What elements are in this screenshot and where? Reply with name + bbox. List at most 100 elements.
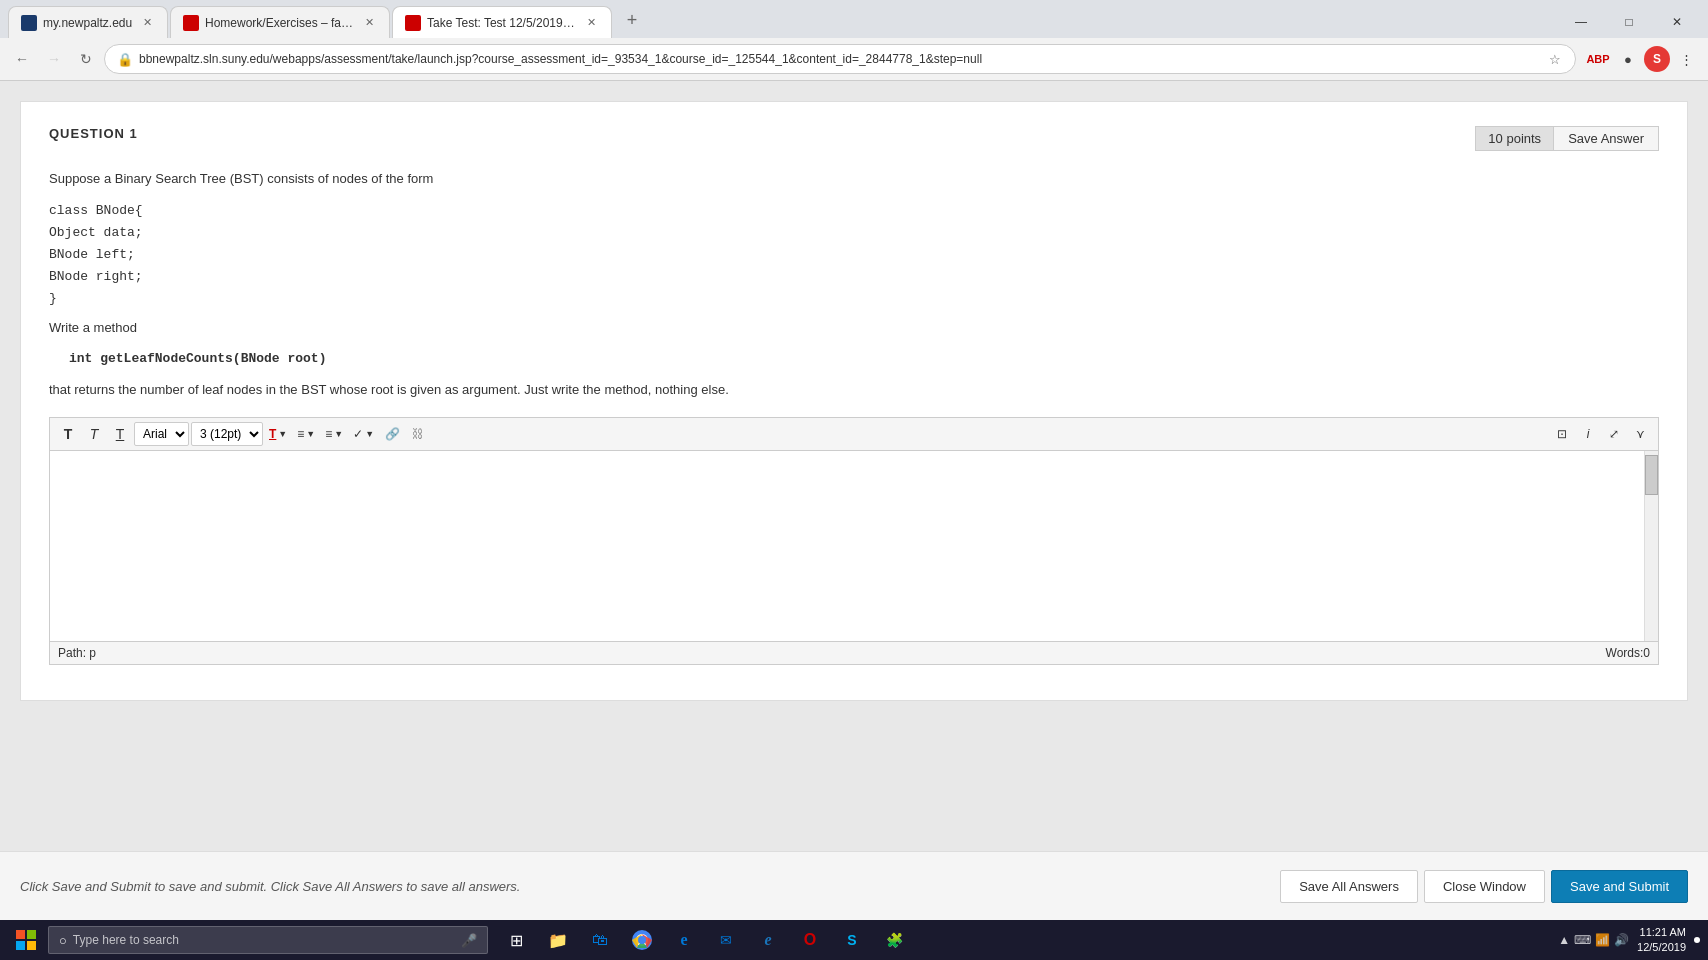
taskbar-app-skype[interactable]: S — [832, 921, 872, 959]
info-button[interactable]: i — [1576, 422, 1600, 446]
save-all-answers-button[interactable]: Save All Answers — [1280, 870, 1418, 903]
numbered-list-button[interactable]: ≡ ▼ — [321, 422, 347, 446]
taskbar-app-mail[interactable]: ✉ — [706, 921, 746, 959]
skype-icon: S — [841, 929, 863, 951]
tab-close-taketest[interactable]: ✕ — [583, 15, 599, 31]
editor-path: Path: p — [58, 646, 96, 660]
address-text: bbnewpaltz.sln.suny.edu/webapps/assessme… — [139, 52, 1541, 66]
code-line-left: BNode left; — [49, 244, 1659, 266]
tab-label-taketest: Take Test: Test 12/5/2019 – fall19… — [427, 16, 577, 30]
close-button[interactable]: ✕ — [1654, 6, 1700, 38]
address-bar-row: ← → ↻ 🔒 bbnewpaltz.sln.suny.edu/webapps/… — [0, 38, 1708, 80]
font-size-select[interactable]: 3 (12pt) — [191, 422, 263, 446]
taskbar: ○ Type here to search 🎤 ⊞ 📁 🛍 — [0, 920, 1708, 960]
method-signature: int getLeafNodeCounts(BNode root) — [49, 349, 1659, 370]
taskbar-app-unknown[interactable]: 🧩 — [874, 921, 914, 959]
taskview-icon: ⊞ — [505, 929, 527, 951]
more-button[interactable]: ⋎ — [1628, 422, 1652, 446]
points-badge: 10 points — [1475, 126, 1554, 151]
chrome-icon — [631, 929, 653, 951]
tray-volume-icon[interactable]: 🔊 — [1614, 933, 1629, 947]
taskbar-app-chrome[interactable] — [622, 921, 662, 959]
minimize-button[interactable]: — — [1558, 6, 1604, 38]
taskbar-date: 12/5/2019 — [1637, 940, 1686, 955]
bookmark-icon[interactable]: ☆ — [1547, 51, 1563, 67]
refresh-button[interactable]: ↻ — [72, 45, 100, 73]
remove-link-button[interactable]: ⛓ — [406, 422, 430, 446]
font-family-select[interactable]: Arial — [134, 422, 189, 446]
forward-button[interactable]: → — [40, 45, 68, 73]
underline-button[interactable]: T — [108, 422, 132, 446]
editor-toolbar: T T T Arial 3 (12pt) T ▼ — [50, 418, 1658, 451]
opera-icon: O — [799, 929, 821, 951]
tab-taketest[interactable]: Take Test: Test 12/5/2019 – fall19… ✕ — [392, 6, 612, 38]
microphone-icon[interactable]: 🎤 — [461, 933, 477, 948]
editor-body[interactable] — [50, 451, 1658, 641]
windows-logo-icon — [16, 930, 36, 950]
save-and-submit-button[interactable]: Save and Submit — [1551, 870, 1688, 903]
taskbar-apps: ⊞ 📁 🛍 e — [496, 921, 914, 959]
question-title: QUESTION 1 — [49, 126, 138, 141]
tray-network-icon[interactable]: ▲ — [1558, 933, 1570, 947]
maximize-button[interactable]: □ — [1606, 6, 1652, 38]
preview-button[interactable]: ⊡ — [1550, 422, 1574, 446]
taskbar-app-explorer[interactable]: 📁 — [538, 921, 578, 959]
taskbar-app-store[interactable]: 🛍 — [580, 921, 620, 959]
new-tab-button[interactable]: + — [618, 6, 646, 34]
explorer-icon: 📁 — [547, 929, 569, 951]
taskbar-app-opera[interactable]: O — [790, 921, 830, 959]
svg-rect-3 — [27, 941, 36, 950]
expand-button[interactable]: ⤢ — [1602, 422, 1626, 446]
window-controls: — □ ✕ — [1558, 6, 1708, 38]
taskbar-tray: ▲ ⌨ 📶 🔊 — [1558, 933, 1629, 947]
tab-homework[interactable]: Homework/Exercises – fall19_CP… ✕ — [170, 6, 390, 38]
taskbar-app-edge[interactable]: e — [664, 921, 704, 959]
start-button[interactable] — [8, 922, 44, 958]
mail-icon: ✉ — [715, 929, 737, 951]
bold-button[interactable]: T — [56, 422, 80, 446]
question-intro: Suppose a Binary Search Tree (BST) consi… — [49, 169, 1659, 190]
address-bar[interactable]: 🔒 bbnewpaltz.sln.suny.edu/webapps/assess… — [104, 44, 1576, 74]
taskbar-app-taskview[interactable]: ⊞ — [496, 921, 536, 959]
editor-scrollbar[interactable] — [1644, 451, 1658, 641]
insert-link-button[interactable]: 🔗 — [380, 422, 404, 446]
ie-icon: e — [757, 929, 779, 951]
question-details: that returns the number of leaf nodes in… — [49, 380, 1659, 401]
svg-point-6 — [638, 936, 646, 944]
code-line-data: Object data; — [49, 222, 1659, 244]
close-window-button[interactable]: Close Window — [1424, 870, 1545, 903]
unknown-app-icon: 🧩 — [883, 929, 905, 951]
editor-scrollbar-thumb[interactable] — [1645, 455, 1658, 495]
bullet-list-button[interactable]: ≡ ▼ — [293, 422, 319, 446]
notification-dot[interactable] — [1694, 937, 1700, 943]
tab-favicon-homework — [183, 15, 199, 31]
tab-close-newpaltz[interactable]: ✕ — [139, 15, 155, 31]
content-card: QUESTION 1 10 points Save Answer Suppose… — [20, 101, 1688, 701]
tab-label-homework: Homework/Exercises – fall19_CP… — [205, 16, 355, 30]
save-answer-button[interactable]: Save Answer — [1554, 126, 1659, 151]
code-line-class: class BNode{ — [49, 200, 1659, 222]
tab-label-newpaltz: my.newpaltz.edu — [43, 16, 133, 30]
tray-wifi-icon[interactable]: 📶 — [1595, 933, 1610, 947]
back-button[interactable]: ← — [8, 45, 36, 73]
taskbar-search[interactable]: ○ Type here to search 🎤 — [48, 926, 488, 954]
tab-newpaltz[interactable]: my.newpaltz.edu ✕ — [8, 6, 168, 38]
italic-button[interactable]: T — [82, 422, 106, 446]
svg-rect-1 — [27, 930, 36, 939]
tab-close-homework[interactable]: ✕ — [361, 15, 377, 31]
editor-footer: Path: p Words:0 — [50, 641, 1658, 664]
search-icon: ○ — [59, 933, 67, 948]
more-menu-icon[interactable]: ⋮ — [1672, 45, 1700, 73]
write-method-label: Write a method — [49, 318, 1659, 339]
profile-avatar[interactable]: S — [1644, 46, 1670, 72]
highlight-button[interactable]: ✓ ▼ — [349, 422, 378, 446]
font-color-button[interactable]: T ▼ — [265, 422, 291, 446]
tray-keyboard-icon[interactable]: ⌨ — [1574, 933, 1591, 947]
taskbar-app-ie[interactable]: e — [748, 921, 788, 959]
tabs-list: my.newpaltz.edu ✕ Homework/Exercises – f… — [0, 0, 1558, 38]
extensions-icon[interactable]: ABP — [1584, 45, 1612, 73]
chrome-menu-icon[interactable]: ● — [1614, 45, 1642, 73]
taskbar-clock: 11:21 AM 12/5/2019 — [1637, 925, 1686, 956]
svg-rect-0 — [16, 930, 25, 939]
editor-words: Words:0 — [1606, 646, 1650, 660]
